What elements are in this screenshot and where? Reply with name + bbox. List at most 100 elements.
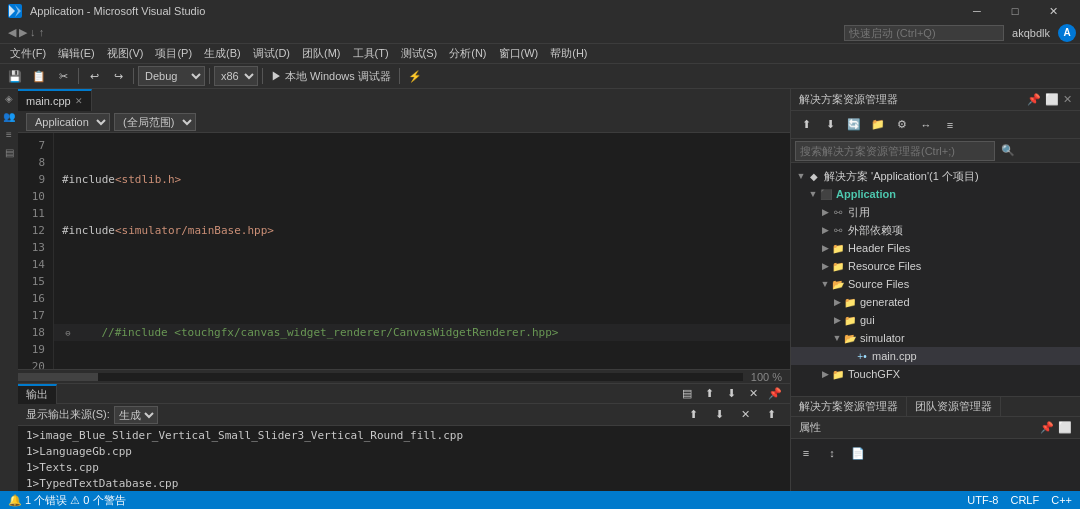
solution-search-input[interactable] <box>795 141 995 161</box>
horizontal-scrollbar[interactable] <box>18 373 743 381</box>
user-avatar[interactable]: A <box>1058 24 1076 42</box>
output-filter-btn-3[interactable]: ✕ <box>734 405 756 425</box>
tree-expand-touchgfx[interactable]: ▶ <box>819 369 831 379</box>
quick-launch-input[interactable] <box>844 25 1004 41</box>
menu-window[interactable]: 窗口(W) <box>493 44 545 64</box>
close-button[interactable]: ✕ <box>1034 0 1072 22</box>
svg-marker-0 <box>9 5 15 17</box>
team-explorer-tab[interactable]: 团队资源管理器 <box>907 397 1001 417</box>
sidebar-solution-explorer-icon[interactable]: ◈ <box>2 91 16 105</box>
menu-debug[interactable]: 调试(D) <box>247 44 296 64</box>
se-toolbar-btn-4[interactable]: 📁 <box>867 115 889 135</box>
tree-source-files[interactable]: ▼ 📂 Source Files <box>791 275 1080 293</box>
prop-pages-btn[interactable]: 📄 <box>847 443 869 463</box>
tree-expand-solution[interactable]: ▼ <box>795 171 807 181</box>
prop-categories-btn[interactable]: ≡ <box>795 443 817 463</box>
se-toolbar-btn-3[interactable]: 🔄 <box>843 115 865 135</box>
output-filter-btn-4[interactable]: ⬆ <box>760 405 782 425</box>
tree-expand-refs[interactable]: ▶ <box>819 207 831 217</box>
collapse-icon-10[interactable]: ⊖ <box>62 327 74 339</box>
tree-expand-generated[interactable]: ▶ <box>831 297 843 307</box>
minimize-button[interactable]: ─ <box>958 0 996 22</box>
tab-close-button[interactable]: ✕ <box>75 96 83 106</box>
sidebar-output-icon[interactable]: ▤ <box>2 145 16 159</box>
scrollbar-thumb-h[interactable] <box>18 373 98 381</box>
tree-expand-resources[interactable]: ▶ <box>819 261 831 271</box>
editor-breadcrumb-bar: Application (全局范围) <box>18 111 790 133</box>
tree-generated[interactable]: ▶ 📁 generated <box>791 293 1080 311</box>
panel-pin-icon[interactable]: 📌 <box>1027 93 1041 106</box>
output-tab-bar: 输出 ▤ ⬆ ⬇ ✕ 📌 <box>18 384 790 404</box>
output-action-btn-4[interactable]: ✕ <box>742 384 764 404</box>
output-action-btn-2[interactable]: ⬆ <box>698 384 720 404</box>
output-tab[interactable]: 输出 <box>18 384 57 404</box>
panel-expand-icon[interactable]: ⬜ <box>1045 93 1059 106</box>
output-filter-btn-1[interactable]: ⬆ <box>682 405 704 425</box>
panel-close-icon[interactable]: ✕ <box>1063 93 1072 106</box>
prop-sort-btn[interactable]: ↕ <box>821 443 843 463</box>
prop-expand-icon[interactable]: ⬜ <box>1058 421 1072 434</box>
menu-tools[interactable]: 工具(T) <box>347 44 395 64</box>
tree-expand-headers[interactable]: ▶ <box>819 243 831 253</box>
tree-references[interactable]: ▶ ⚯ 引用 <box>791 203 1080 221</box>
tree-header-files[interactable]: ▶ 📁 Header Files <box>791 239 1080 257</box>
menu-view[interactable]: 视图(V) <box>101 44 150 64</box>
tree-expand-simulator[interactable]: ▼ <box>831 333 843 343</box>
se-toolbar-btn-6[interactable]: ↔ <box>915 115 937 135</box>
tree-expand-app[interactable]: ▼ <box>807 189 819 199</box>
source-files-label: Source Files <box>848 278 909 290</box>
sidebar-properties-icon[interactable]: ≡ <box>2 127 16 141</box>
toolbar-btn-extra[interactable]: ⚡ <box>404 66 426 86</box>
toolbar-redo[interactable]: ↪ <box>107 66 129 86</box>
tree-solution-root[interactable]: ▼ ◆ 解决方案 'Application'(1 个项目) <box>791 167 1080 185</box>
properties-header: 属性 📌 ⬜ <box>791 417 1080 439</box>
touchgfx-label: TouchGFX <box>848 368 900 380</box>
sidebar-team-explorer-icon[interactable]: 👥 <box>2 109 16 123</box>
menu-help[interactable]: 帮助(H) <box>544 44 593 64</box>
se-toolbar-btn-1[interactable]: ⬆ <box>795 115 817 135</box>
tree-main-cpp[interactable]: +• main.cpp <box>791 347 1080 365</box>
toolbar-btn-2[interactable]: 📋 <box>28 66 50 86</box>
tree-expand-sources[interactable]: ▼ <box>819 279 831 289</box>
output-action-btn-3[interactable]: ⬇ <box>720 384 742 404</box>
solution-explorer-title: 解决方案资源管理器 <box>799 92 1027 107</box>
tree-simulator[interactable]: ▼ 📂 simulator <box>791 329 1080 347</box>
menu-analyze[interactable]: 分析(N) <box>443 44 492 64</box>
solution-explorer-header: 解决方案资源管理器 📌 ⬜ ✕ <box>791 89 1080 111</box>
toolbar-btn-3[interactable]: ✂ <box>52 66 74 86</box>
platform-select[interactable]: x86 x64 <box>214 66 258 86</box>
output-filter-btn-2[interactable]: ⬇ <box>708 405 730 425</box>
output-pin-btn[interactable]: 📌 <box>764 384 786 404</box>
maximize-button[interactable]: □ <box>996 0 1034 22</box>
menu-test[interactable]: 测试(S) <box>395 44 444 64</box>
menu-build[interactable]: 生成(B) <box>198 44 247 64</box>
output-source-select[interactable]: 生成 调试 <box>114 406 158 424</box>
tree-expand-gui[interactable]: ▶ <box>831 315 843 325</box>
editor-tab-main-cpp[interactable]: main.cpp ✕ <box>18 89 92 111</box>
debug-mode-select[interactable]: Debug Release <box>138 66 205 86</box>
solution-explorer-tab[interactable]: 解决方案资源管理器 <box>791 397 907 417</box>
code-scroll-area[interactable]: #include <stdlib.h> #include <simulator/… <box>54 133 790 369</box>
prop-pin-icon[interactable]: 📌 <box>1040 421 1054 434</box>
breadcrumb-scope-select[interactable]: (全局范围) <box>114 113 196 131</box>
menu-project[interactable]: 项目(P) <box>149 44 198 64</box>
tree-gui[interactable]: ▶ 📁 gui <box>791 311 1080 329</box>
menu-team[interactable]: 团队(M) <box>296 44 347 64</box>
user-account[interactable]: akqbdlk <box>1012 27 1050 39</box>
status-encoding: UTF-8 <box>967 494 998 506</box>
tree-touchgfx[interactable]: ▶ 📁 TouchGFX <box>791 365 1080 383</box>
se-toolbar-btn-2[interactable]: ⬇ <box>819 115 841 135</box>
tree-expand-ext[interactable]: ▶ <box>819 225 831 235</box>
toolbar-undo[interactable]: ↩ <box>83 66 105 86</box>
search-icon[interactable]: 🔍 <box>997 141 1019 161</box>
tree-resource-files[interactable]: ▶ 📁 Resource Files <box>791 257 1080 275</box>
tree-application[interactable]: ▼ ⬛ Application <box>791 185 1080 203</box>
se-toolbar-btn-7[interactable]: ≡ <box>939 115 961 135</box>
breadcrumb-project-select[interactable]: Application <box>26 113 110 131</box>
tree-external-deps[interactable]: ▶ ⚯ 外部依赖项 <box>791 221 1080 239</box>
se-toolbar-btn-5[interactable]: ⚙ <box>891 115 913 135</box>
output-action-btn-1[interactable]: ▤ <box>676 384 698 404</box>
menu-file[interactable]: 文件(F) <box>4 44 52 64</box>
toolbar-btn-1[interactable]: 💾 <box>4 66 26 86</box>
menu-edit[interactable]: 编辑(E) <box>52 44 101 64</box>
